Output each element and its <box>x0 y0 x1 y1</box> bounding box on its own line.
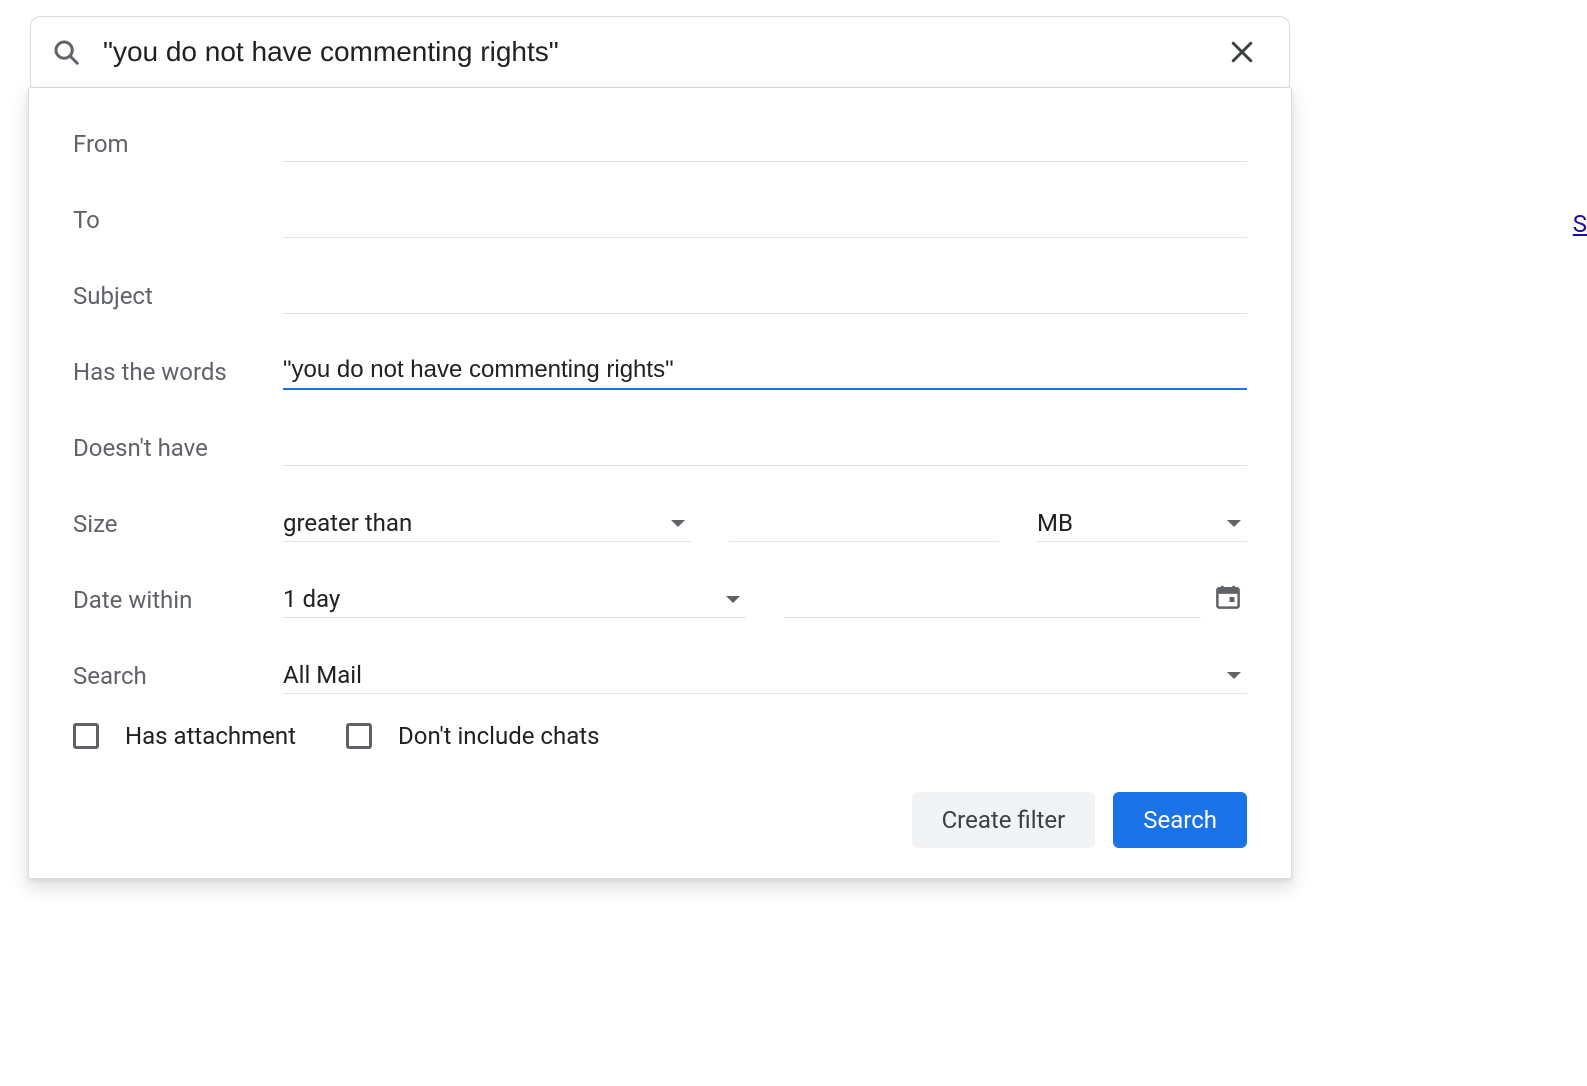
doesnt-have-label: Doesn't have <box>73 434 283 466</box>
date-input[interactable] <box>784 581 1201 618</box>
subject-label: Subject <box>73 282 283 314</box>
has-words-label: Has the words <box>73 358 283 390</box>
date-within-label: Date within <box>73 586 283 618</box>
chevron-down-icon <box>726 596 740 603</box>
exclude-chats-checkbox[interactable]: Don't include chats <box>346 722 599 750</box>
size-operator-select[interactable]: greater than <box>283 505 691 542</box>
calendar-button[interactable] <box>1201 582 1247 617</box>
checkbox-icon <box>346 723 372 749</box>
date-range-value: 1 day <box>283 585 340 613</box>
search-input[interactable] <box>81 36 1221 68</box>
size-value-input[interactable] <box>729 505 999 542</box>
subject-input[interactable] <box>283 277 1247 314</box>
chevron-down-icon <box>1227 520 1241 527</box>
search-bar <box>30 16 1290 88</box>
size-unit-select[interactable]: MB <box>1037 505 1247 542</box>
doesnt-have-input[interactable] <box>283 429 1247 466</box>
chevron-down-icon <box>671 520 685 527</box>
background-link-fragment[interactable]: S <box>1573 210 1587 238</box>
exclude-chats-label: Don't include chats <box>398 722 599 750</box>
close-button[interactable] <box>1221 31 1263 73</box>
chevron-down-icon <box>1227 672 1241 679</box>
has-words-input[interactable] <box>283 352 1247 390</box>
to-input[interactable] <box>283 201 1247 238</box>
create-filter-button[interactable]: Create filter <box>912 792 1096 848</box>
date-range-select[interactable]: 1 day <box>283 581 746 618</box>
has-attachment-label: Has attachment <box>125 722 296 750</box>
search-icon <box>51 37 81 67</box>
checkbox-icon <box>73 723 99 749</box>
from-label: From <box>73 130 283 162</box>
close-icon <box>1227 37 1257 67</box>
to-label: To <box>73 206 283 238</box>
search-button[interactable]: Search <box>1113 792 1247 848</box>
search-in-label: Search <box>73 662 283 694</box>
calendar-icon <box>1213 600 1243 615</box>
search-in-select[interactable]: All Mail <box>283 657 1247 694</box>
has-attachment-checkbox[interactable]: Has attachment <box>73 722 296 750</box>
search-in-value: All Mail <box>283 661 362 689</box>
size-label: Size <box>73 510 283 542</box>
advanced-search-panel: From To Subject Has the words Doesn't ha <box>28 88 1292 879</box>
size-unit-value: MB <box>1037 509 1073 537</box>
from-input[interactable] <box>283 125 1247 162</box>
size-operator-value: greater than <box>283 509 412 537</box>
